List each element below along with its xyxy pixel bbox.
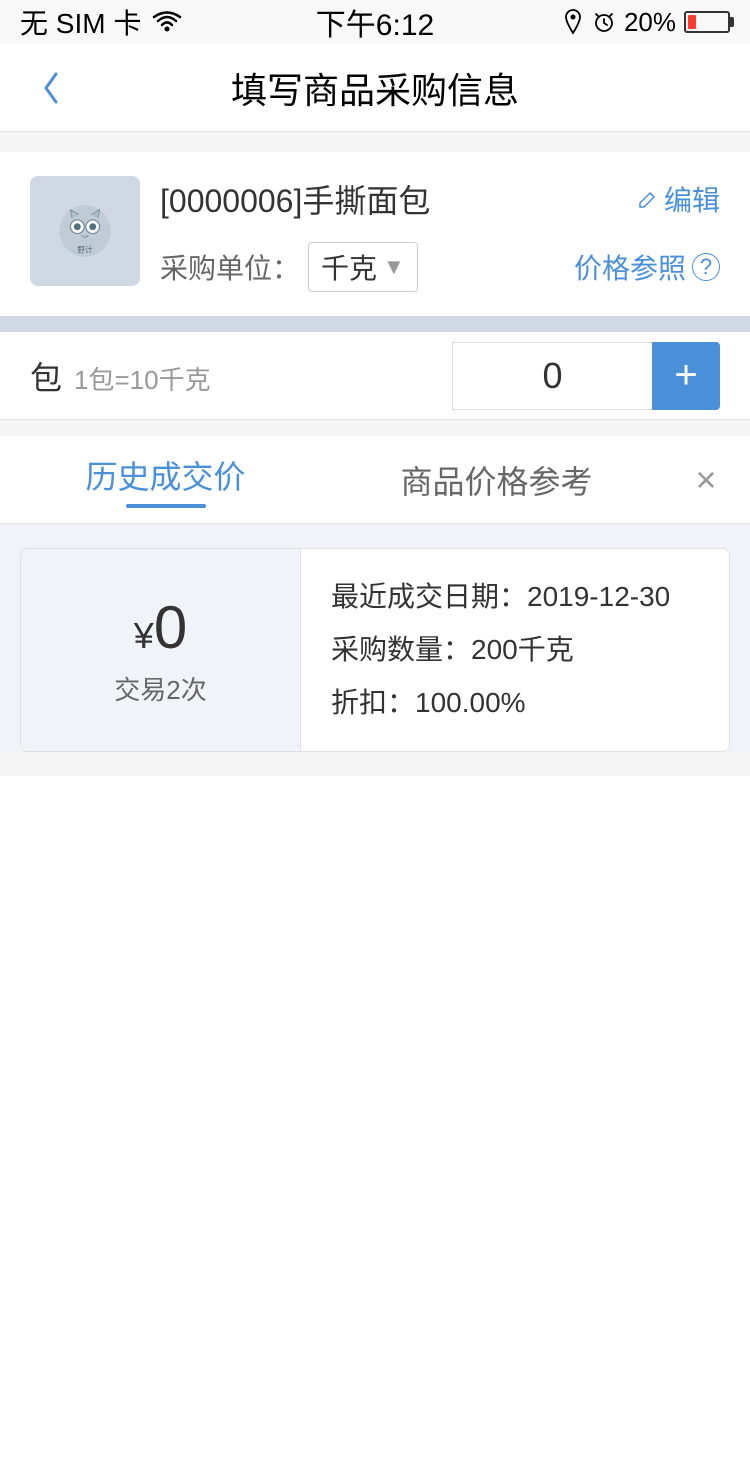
- status-right: 20%: [562, 7, 730, 38]
- price-amount: ¥0: [134, 593, 187, 662]
- quantity-control: +: [452, 342, 720, 410]
- price-date-row: 最近成交日期：2019-12-30: [331, 577, 699, 616]
- location-icon: [562, 9, 584, 35]
- quantity-label-group: 包 1包=10千克: [30, 353, 211, 399]
- tab-product-price-label: 商品价格参考: [400, 457, 592, 503]
- tab-history-price[interactable]: 历史成交价: [0, 436, 331, 523]
- price-quantity-row: 采购数量：200千克: [331, 630, 699, 669]
- date-value: 2019-12-30: [527, 581, 670, 612]
- page-title: 填写商品采购信息: [231, 62, 519, 114]
- section-divider: [0, 316, 750, 332]
- wifi-icon: [151, 11, 183, 33]
- currency-symbol: ¥: [134, 615, 154, 656]
- alarm-icon: [592, 9, 616, 35]
- quantity-unit-label: 包: [30, 353, 62, 399]
- edit-label: 编辑: [664, 179, 720, 219]
- status-left: 无 SIM 卡: [20, 2, 183, 42]
- battery-fill: [688, 15, 696, 29]
- tab-header: 历史成交价 商品价格参考 ×: [0, 436, 750, 524]
- tab-active-indicator: [126, 504, 206, 508]
- unit-select-dropdown[interactable]: 千克 ▼: [308, 242, 418, 292]
- unit-value: 千克: [321, 247, 377, 287]
- back-button[interactable]: [30, 66, 74, 110]
- product-full-name: [0000006]手撕面包: [160, 176, 430, 222]
- tab-history-price-label: 历史成交价: [85, 452, 245, 498]
- date-label: 最近成交日期：: [331, 581, 527, 612]
- tab-close-button[interactable]: ×: [662, 436, 750, 524]
- quantity-label: 采购数量：: [331, 634, 471, 665]
- status-bar: 无 SIM 卡 下午6:12 20%: [0, 0, 750, 44]
- quantity-input[interactable]: [452, 342, 652, 410]
- discount-label: 折扣：: [331, 687, 415, 718]
- price-detail-panel: 最近成交日期：2019-12-30 采购数量：200千克 折扣：100.00%: [301, 549, 729, 751]
- edit-button[interactable]: 编辑: [636, 179, 720, 219]
- battery-percent: 20%: [624, 7, 676, 38]
- trade-count: 交易2次: [114, 670, 206, 707]
- battery-icon: [684, 11, 730, 33]
- product-logo: 野计: [55, 201, 115, 261]
- product-header: [0000006]手撕面包 编辑: [160, 176, 720, 222]
- price-value: 0: [154, 594, 187, 661]
- svg-text:野计: 野计: [77, 244, 93, 254]
- unit-label: 采购单位：: [160, 247, 300, 287]
- price-summary-panel: ¥0 交易2次: [21, 549, 301, 751]
- product-card: 野计 [0000006]手撕面包 编辑 采购单位： 千克 ▼: [0, 152, 750, 316]
- back-icon: [40, 68, 64, 108]
- quantity-plus-button[interactable]: +: [652, 342, 720, 410]
- tab-product-price[interactable]: 商品价格参考: [331, 436, 662, 523]
- carrier-label: 无 SIM 卡: [20, 2, 141, 42]
- price-ref-info-icon: ?: [692, 253, 720, 281]
- discount-value: 100.00%: [415, 687, 526, 718]
- quantity-conversion-label: 1包=10千克: [74, 360, 211, 397]
- quantity-row: 包 1包=10千克 +: [0, 332, 750, 420]
- price-discount-row: 折扣：100.00%: [331, 683, 699, 722]
- nav-bar: 填写商品采购信息: [0, 44, 750, 132]
- status-time: 下午6:12: [316, 0, 434, 44]
- unit-dropdown-arrow: ▼: [383, 254, 405, 280]
- price-reference-button[interactable]: 价格参照 ?: [574, 247, 720, 287]
- main-content-area: [0, 776, 750, 1476]
- product-thumbnail: 野计: [30, 176, 140, 286]
- price-ref-label: 价格参照: [574, 247, 686, 287]
- product-info: [0000006]手撕面包 编辑 采购单位： 千克 ▼ 价格参照 ?: [160, 176, 720, 292]
- tab-panel: 历史成交价 商品价格参考 × ¥0 交易2次 最近成交日期：2019-12-30…: [0, 436, 750, 752]
- price-card: ¥0 交易2次 最近成交日期：2019-12-30 采购数量：200千克 折扣：…: [20, 548, 730, 752]
- edit-icon: [636, 187, 660, 211]
- product-unit-row: 采购单位： 千克 ▼ 价格参照 ?: [160, 242, 720, 292]
- quantity-value: 200千克: [471, 634, 574, 665]
